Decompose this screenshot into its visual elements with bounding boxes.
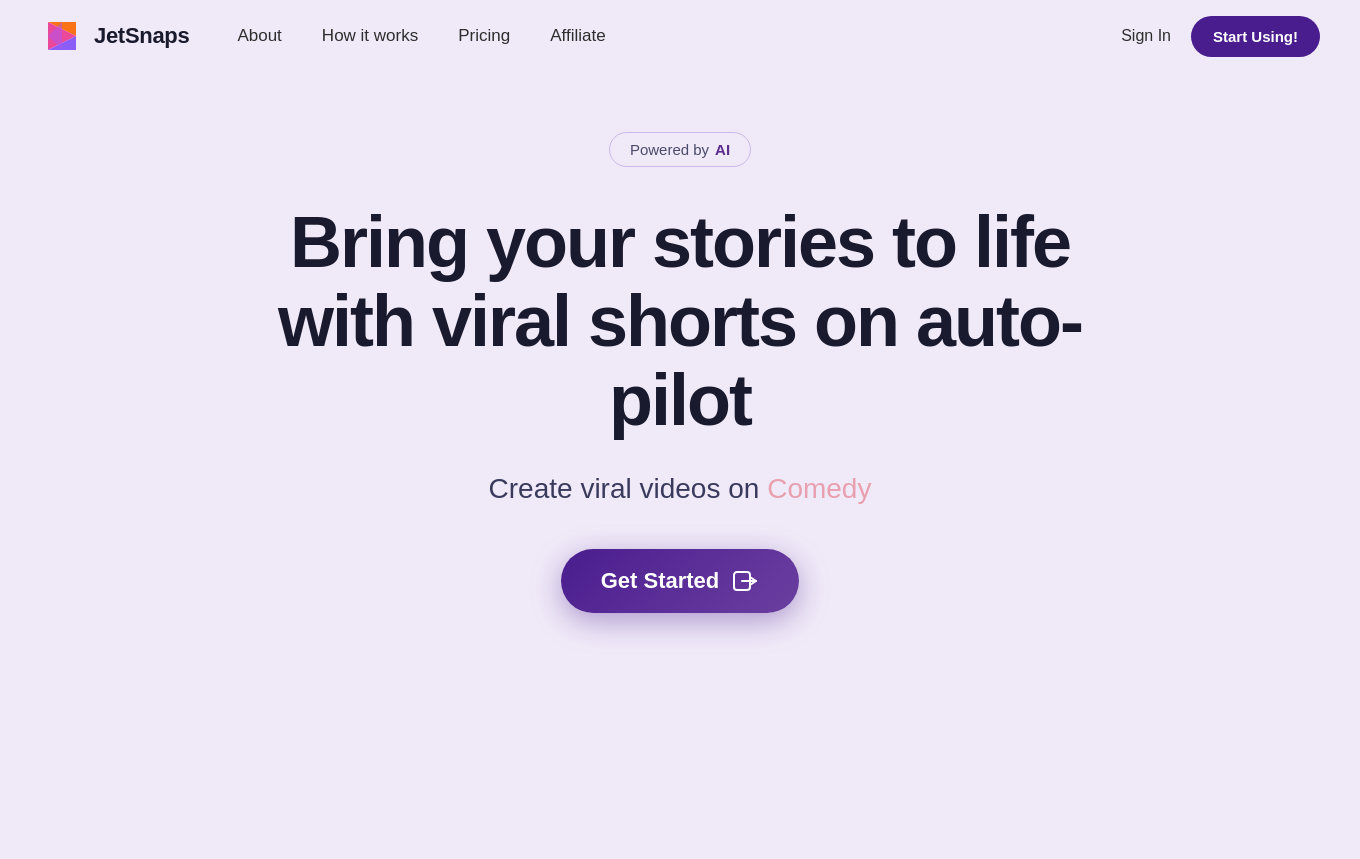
nav-link-about[interactable]: About <box>237 26 281 46</box>
navbar-left: JetSnaps About How it works Pricing Affi… <box>40 14 606 58</box>
subtitle-topic: Comedy <box>767 473 871 504</box>
get-started-label: Get Started <box>601 568 720 594</box>
get-started-button[interactable]: Get Started <box>561 549 800 613</box>
navbar-right: Sign In Start Using! <box>1121 16 1320 57</box>
hero-section: Powered by AI Bring your stories to life… <box>0 72 1360 613</box>
hero-subtitle: Create viral videos on Comedy <box>489 473 872 505</box>
logo-icon <box>40 14 84 58</box>
nav-link-how-it-works[interactable]: How it works <box>322 26 418 46</box>
ai-highlight: AI <box>715 141 730 158</box>
hero-title-line2: with viral shorts on auto-pilot <box>278 281 1082 440</box>
subtitle-prefix: Create viral videos on <box>489 473 760 504</box>
nav-link-pricing[interactable]: Pricing <box>458 26 510 46</box>
navbar: JetSnaps About How it works Pricing Affi… <box>0 0 1360 72</box>
start-using-button[interactable]: Start Using! <box>1191 16 1320 57</box>
arrow-icon <box>731 567 759 595</box>
powered-by-text: Powered by <box>630 141 709 158</box>
nav-link-affiliate[interactable]: Affiliate <box>550 26 605 46</box>
powered-by-badge: Powered by AI <box>609 132 751 167</box>
nav-links: About How it works Pricing Affiliate <box>237 26 605 46</box>
sign-in-button[interactable]: Sign In <box>1121 27 1171 45</box>
logo-text: JetSnaps <box>94 23 189 49</box>
logo[interactable]: JetSnaps <box>40 14 189 58</box>
hero-title: Bring your stories to life with viral sh… <box>230 203 1130 441</box>
hero-title-line1: Bring your stories to life <box>290 202 1070 282</box>
